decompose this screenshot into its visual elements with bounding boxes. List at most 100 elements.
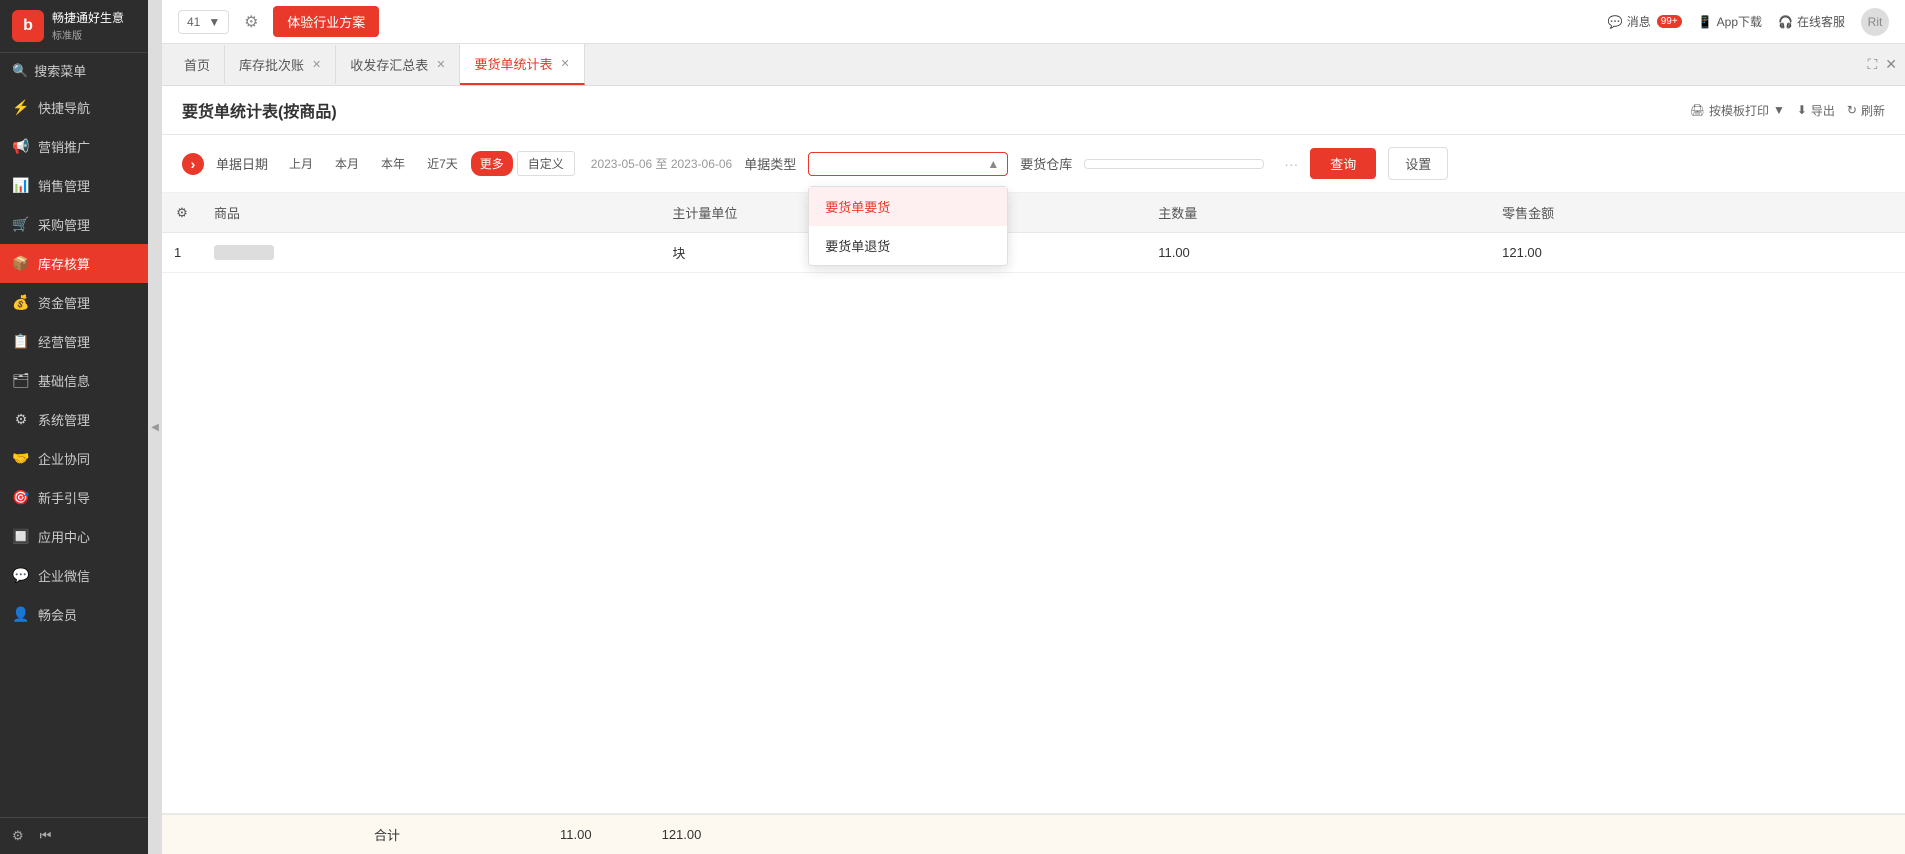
date-btn-last-month[interactable]: 上月 <box>280 151 322 176</box>
type-select-container: ▲ 要货单要货 要货单退货 <box>808 152 1008 176</box>
tab-order-stats-close[interactable]: ✕ <box>561 57 570 70</box>
nav-label-members: 畅会员 <box>38 605 77 624</box>
chevron-down-icon: ▼ <box>208 15 220 29</box>
online-service-label: 在线客服 <box>1797 13 1845 30</box>
dropdown-item-order[interactable]: 要货单要货 <box>809 187 1007 226</box>
export-icon: ⬇ <box>1797 103 1807 117</box>
export-btn[interactable]: ⬇ 导出 <box>1797 102 1835 119</box>
brand-name: 畅捷通好生意 <box>52 10 124 27</box>
maximize-icon[interactable]: ⛶ <box>1867 56 1877 73</box>
type-label: 单据类型 <box>744 154 796 173</box>
industry-button[interactable]: 体验行业方案 <box>273 6 379 37</box>
sidebar-item-inventory[interactable]: 📦 库存核算 <box>0 244 148 283</box>
nav-icon-members: 👤 <box>12 606 30 623</box>
collapse-icon[interactable]: ⏮ <box>40 828 52 844</box>
refresh-btn[interactable]: ↻ 刷新 <box>1847 102 1885 119</box>
nav-icon-basic: 🗂 <box>12 372 30 389</box>
settings-icon[interactable]: ⚙ <box>12 828 24 844</box>
sidebar-item-operation[interactable]: 📋 经营管理 <box>0 322 148 361</box>
sidebar-item-enterprise[interactable]: 🤝 企业协同 <box>0 439 148 478</box>
type-select-arrow: ▲ <box>987 157 999 171</box>
sidebar-item-members[interactable]: 👤 畅会员 <box>0 595 148 634</box>
sidebar-item-wechat[interactable]: 💬 企业微信 <box>0 556 148 595</box>
sidebar-item-system[interactable]: ⚙ 系统管理 <box>0 400 148 439</box>
refresh-icon: ↻ <box>1847 103 1857 117</box>
nav-label-app_center: 应用中心 <box>38 527 90 546</box>
nav-label-newbie: 新手引导 <box>38 488 90 507</box>
nav-label-system: 系统管理 <box>38 410 90 429</box>
sidebar-item-basic[interactable]: 🗂 基础信息 <box>0 361 148 400</box>
store-selector[interactable]: 41 ▼ <box>178 10 229 34</box>
warehouse-label: 要货仓库 <box>1020 154 1072 173</box>
cell-no: 1 <box>162 233 202 273</box>
tab-receive-summary[interactable]: 收发存汇总表 ✕ <box>336 45 460 84</box>
table-row: 1 块 11.00 121.00 <box>162 233 1905 273</box>
gear-button[interactable]: ⚙ <box>237 8 265 36</box>
online-service-btn[interactable]: 🎧 在线客服 <box>1778 13 1845 30</box>
date-btn-this-month[interactable]: 本月 <box>326 151 368 176</box>
sidebar-item-shortcut[interactable]: ⚡ 快捷导航 <box>0 88 148 127</box>
cell-product <box>202 233 660 273</box>
dropdown-item-return[interactable]: 要货单退货 <box>809 226 1007 265</box>
tab-order-stats-label: 要货单统计表 <box>474 54 552 73</box>
nav-label-finance: 资金管理 <box>38 293 90 312</box>
sidebar-item-app_center[interactable]: 🔲 应用中心 <box>0 517 148 556</box>
col-product-header: 商品 <box>202 193 660 233</box>
nav-icon-sales: 📊 <box>12 177 30 194</box>
tab-receive-summary-close[interactable]: ✕ <box>436 58 445 71</box>
sidebar-nav: ⚡ 快捷导航 📢 营销推广 📊 销售管理 🛒 采购管理 📦 库存核算 💰 资金管… <box>0 88 148 817</box>
nav-label-operation: 经营管理 <box>38 332 90 351</box>
sidebar-item-finance[interactable]: 💰 资金管理 <box>0 283 148 322</box>
phone-icon: 📱 <box>1698 15 1713 29</box>
sidebar-item-sales[interactable]: 📊 销售管理 <box>0 166 148 205</box>
app-download-btn[interactable]: 📱 App下载 <box>1698 13 1762 30</box>
warehouse-select[interactable] <box>1084 159 1264 169</box>
tab-home-label: 首页 <box>184 55 210 74</box>
tab-home[interactable]: 首页 <box>170 45 225 84</box>
data-table: ⚙ 商品 主计量单位 主数量 零售金额 1 块 <box>162 193 1905 273</box>
sidebar-item-purchase[interactable]: 🛒 采购管理 <box>0 205 148 244</box>
nav-label-inventory: 库存核算 <box>38 254 90 273</box>
sidebar-item-marketing[interactable]: 📢 营销推广 <box>0 127 148 166</box>
user-avatar[interactable]: Rit <box>1861 8 1889 36</box>
close-all-icon[interactable]: ✕ <box>1885 56 1897 73</box>
store-name: 41 <box>187 15 200 29</box>
topbar-left: 41 ▼ ⚙ 体验行业方案 <box>178 6 1596 37</box>
messages-btn[interactable]: 💬 消息 99+ <box>1608 13 1682 30</box>
nav-label-enterprise: 企业协同 <box>38 449 90 468</box>
filter-bar: › 单据日期 上月 本月 本年 近7天 更多 自定义 2023-05-06 至 … <box>162 135 1905 193</box>
tab-inventory-batch-close[interactable]: ✕ <box>312 58 321 71</box>
more-options-icon[interactable]: ··· <box>1284 156 1298 172</box>
col-qty-header: 主数量 <box>1146 193 1490 233</box>
sidebar-toggle[interactable]: ◀ <box>148 0 162 854</box>
sidebar: b 畅捷通好生意 标准版 🔍 搜索菜单 ⚡ 快捷导航 📢 营销推广 📊 销售管理… <box>0 0 148 854</box>
type-select[interactable]: ▲ <box>808 152 1008 176</box>
print-btn[interactable]: 🖨 按模板打印 ▼ <box>1690 102 1785 119</box>
col-settings[interactable]: ⚙ <box>162 193 202 233</box>
filter-expand-btn[interactable]: › <box>182 153 204 175</box>
nav-icon-purchase: 🛒 <box>12 216 30 233</box>
query-button[interactable]: 查询 <box>1310 148 1376 179</box>
page-title: 要货单统计表(按商品) <box>182 98 337 122</box>
date-btn-this-year[interactable]: 本年 <box>372 151 414 176</box>
cell-qty: 11.00 <box>1146 233 1490 273</box>
sidebar-item-newbie[interactable]: 🎯 新手引导 <box>0 478 148 517</box>
refresh-label: 刷新 <box>1861 102 1885 119</box>
date-range-text: 2023-05-06 至 2023-06-06 <box>591 155 732 172</box>
table-header-row: ⚙ 商品 主计量单位 主数量 零售金额 <box>162 193 1905 233</box>
headset-icon: 🎧 <box>1778 15 1793 29</box>
page-actions: 🖨 按模板打印 ▼ ⬇ 导出 ↻ 刷新 <box>1690 102 1885 119</box>
messages-label: 消息 <box>1627 13 1651 30</box>
date-btn-custom[interactable]: 自定义 <box>517 151 575 176</box>
date-btn-more[interactable]: 更多 <box>471 151 513 176</box>
tab-inventory-batch[interactable]: 库存批次账 ✕ <box>225 45 336 84</box>
sidebar-search[interactable]: 🔍 搜索菜单 <box>0 53 148 88</box>
settings-button[interactable]: 设置 <box>1388 147 1448 180</box>
nav-icon-enterprise: 🤝 <box>12 450 30 467</box>
date-btn-last-7days[interactable]: 近7天 <box>418 151 467 176</box>
search-icon: 🔍 <box>12 63 28 79</box>
tab-order-stats[interactable]: 要货单统计表 ✕ <box>460 44 584 85</box>
main-area: 41 ▼ ⚙ 体验行业方案 💬 消息 99+ 📱 App下载 🎧 在线客服 Ri… <box>162 0 1905 854</box>
app-logo-icon: b <box>12 10 44 42</box>
nav-icon-app_center: 🔲 <box>12 528 30 545</box>
